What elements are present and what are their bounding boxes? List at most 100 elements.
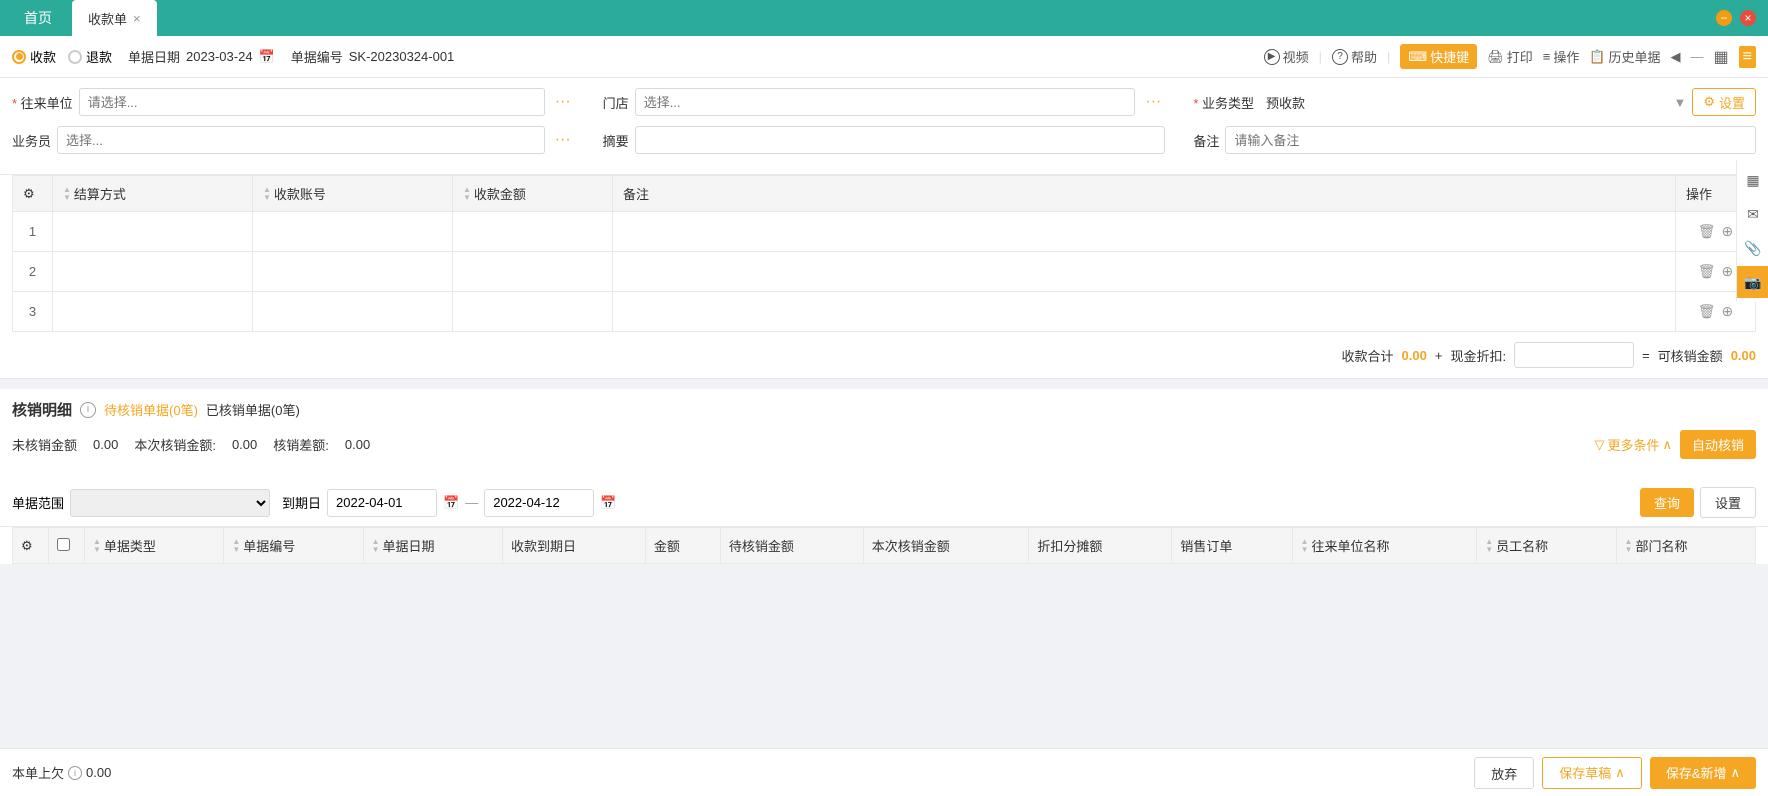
discount-input[interactable]	[1514, 342, 1634, 368]
amount-sort-icon[interactable]: ▲▼	[463, 186, 471, 202]
note-input-2[interactable]	[613, 252, 1675, 291]
history-button[interactable]: 📋 历史单据	[1589, 47, 1660, 66]
doc-date-sort-icon[interactable]: ▲▼	[372, 538, 380, 554]
radio-refund[interactable]: 退款	[68, 47, 112, 66]
settlement-sort-icon[interactable]: ▲▼	[63, 186, 71, 202]
account-sort-icon[interactable]: ▲▼	[263, 186, 271, 202]
bottom-table-settings-header[interactable]: ⚙	[13, 528, 49, 564]
account-cell-3[interactable]	[253, 292, 453, 332]
dept-name-sort-icon[interactable]: ▲▼	[1625, 538, 1633, 554]
delete-icon-1[interactable]: 🗑	[1698, 223, 1716, 240]
note-input-1[interactable]	[613, 212, 1675, 251]
hexiao-tab-pending[interactable]: 待核销单据(0笔)	[104, 400, 198, 419]
partner-more-icon[interactable]: ···	[551, 93, 575, 111]
amount-cell-3[interactable]	[453, 292, 613, 332]
due-date-end-input[interactable]	[484, 489, 594, 517]
save-new-button[interactable]: 保存&新增 ∧	[1650, 757, 1756, 789]
shortcut-button[interactable]: ⌨ 快捷键	[1400, 44, 1477, 69]
tab-close-icon[interactable]: ×	[133, 11, 141, 26]
right-panel-email-icon[interactable]: ✉	[1737, 198, 1768, 230]
nav-arrow-left[interactable]: ◀	[1671, 49, 1681, 65]
bottom-table-checkbox-header[interactable]	[49, 528, 85, 564]
toolbar: 收款 退款 单据日期 2023-03-24 📅 单据编号 SK-20230324…	[0, 36, 1768, 78]
hexiao-title: 核销明细	[12, 399, 72, 420]
save-draft-button[interactable]: 保存草稿 ∧	[1542, 757, 1642, 789]
note-cell-2[interactable]	[613, 252, 1676, 292]
copy-icon-1[interactable]: ⊕	[1722, 223, 1734, 240]
auto-hexiao-button[interactable]: 自动核销	[1680, 430, 1756, 459]
right-panel-camera-icon[interactable]: 📷	[1737, 266, 1768, 298]
hexiao-tab-done[interactable]: 已核销单据(0笔)	[206, 400, 300, 419]
nav-list-icon[interactable]: ≡	[1739, 46, 1756, 68]
store-input[interactable]	[635, 88, 1136, 116]
number-label: 单据编号	[291, 47, 343, 66]
account-cell-2[interactable]	[253, 252, 453, 292]
store-more-icon[interactable]: ···	[1141, 93, 1165, 111]
settlement-input-3[interactable]	[53, 292, 252, 331]
select-all-checkbox[interactable]	[57, 538, 70, 551]
due-date-filter-field: 到期日 📅 — 📅	[282, 489, 616, 517]
close-button[interactable]: ×	[1740, 10, 1756, 26]
footer-info-icon[interactable]: i	[68, 766, 82, 780]
amount-input-1[interactable]	[453, 212, 612, 251]
doc-num-sort-icon[interactable]: ▲▼	[232, 538, 240, 554]
note-input[interactable]	[1225, 126, 1756, 154]
note-cell-1[interactable]	[613, 212, 1676, 252]
receipt-type-radio-group: 收款 退款	[12, 47, 112, 66]
range-select[interactable]	[70, 489, 270, 517]
amount-input-2[interactable]	[453, 252, 612, 291]
settlement-input-2[interactable]	[53, 252, 252, 291]
account-input-2[interactable]	[253, 252, 452, 291]
video-button[interactable]: ▶ 视频	[1264, 47, 1309, 66]
business-type-dropdown-icon[interactable]: ▼	[1673, 95, 1686, 110]
staff-name-sort-icon[interactable]: ▲▼	[1485, 538, 1493, 554]
radio-receipt[interactable]: 收款	[12, 47, 56, 66]
due-date-start-calendar-icon[interactable]: 📅	[443, 495, 459, 511]
hexiao-info-icon[interactable]: i	[80, 402, 96, 418]
summary-input[interactable]	[635, 126, 1166, 154]
copy-icon-2[interactable]: ⊕	[1722, 263, 1734, 280]
account-cell-1[interactable]	[253, 212, 453, 252]
settlement-cell-2[interactable]	[53, 252, 253, 292]
tab-home[interactable]: 首页	[8, 0, 68, 36]
right-panel-attachment-icon[interactable]: 📎	[1737, 232, 1768, 264]
filter-settings-button[interactable]: 设置	[1700, 487, 1756, 518]
settlement-input-1[interactable]	[53, 212, 252, 251]
total-value: 0.00	[1402, 348, 1427, 363]
help-button[interactable]: ? 帮助	[1332, 47, 1377, 66]
more-conditions-button[interactable]: ▽ 更多条件 ∧	[1594, 435, 1672, 454]
query-button[interactable]: 查询	[1640, 488, 1694, 517]
calendar-icon[interactable]: 📅	[259, 49, 275, 65]
nav-grid-icon[interactable]: ▦	[1714, 47, 1729, 67]
abandon-button[interactable]: 放弃	[1474, 757, 1534, 789]
table-settings-icon: ⚙	[23, 186, 35, 201]
tab-active[interactable]: 收款单 ×	[72, 0, 157, 36]
amount-input-3[interactable]	[453, 292, 612, 331]
account-input-3[interactable]	[253, 292, 452, 331]
operation-button[interactable]: ≡ 操作	[1543, 47, 1580, 66]
copy-icon-3[interactable]: ⊕	[1722, 303, 1734, 320]
table-settings-header[interactable]: ⚙	[13, 176, 53, 212]
note-cell-3[interactable]	[613, 292, 1676, 332]
minimize-button[interactable]: −	[1716, 10, 1732, 26]
amount-cell-1[interactable]	[453, 212, 613, 252]
doc-type-sort-icon[interactable]: ▲▼	[93, 538, 101, 554]
partner-input[interactable]	[79, 88, 545, 116]
delete-icon-3[interactable]: 🗑	[1698, 303, 1716, 320]
right-panel-table-icon[interactable]: ▦	[1737, 164, 1768, 196]
settlement-cell-3[interactable]	[53, 292, 253, 332]
settings-button[interactable]: ⚙ 设置	[1692, 88, 1756, 116]
staff-more-icon[interactable]: ···	[551, 131, 575, 149]
toolbar-right-actions: ▶ 视频 | ? 帮助 | ⌨ 快捷键 🖨 打印 ≡ 操作 📋 历史单据 ◀ —…	[1264, 44, 1756, 69]
delete-icon-2[interactable]: 🗑	[1698, 263, 1716, 280]
due-date-end-calendar-icon[interactable]: 📅	[600, 495, 616, 511]
due-date-start-input[interactable]	[327, 489, 437, 517]
amount-cell-2[interactable]	[453, 252, 613, 292]
account-input-1[interactable]	[253, 212, 452, 251]
settings-gear-icon: ⚙	[1703, 94, 1715, 110]
note-input-3[interactable]	[613, 292, 1675, 331]
settlement-cell-1[interactable]	[53, 212, 253, 252]
print-button[interactable]: 🖨 打印	[1487, 47, 1533, 66]
staff-input[interactable]	[57, 126, 545, 154]
partner-name-sort-icon[interactable]: ▲▼	[1301, 538, 1309, 554]
